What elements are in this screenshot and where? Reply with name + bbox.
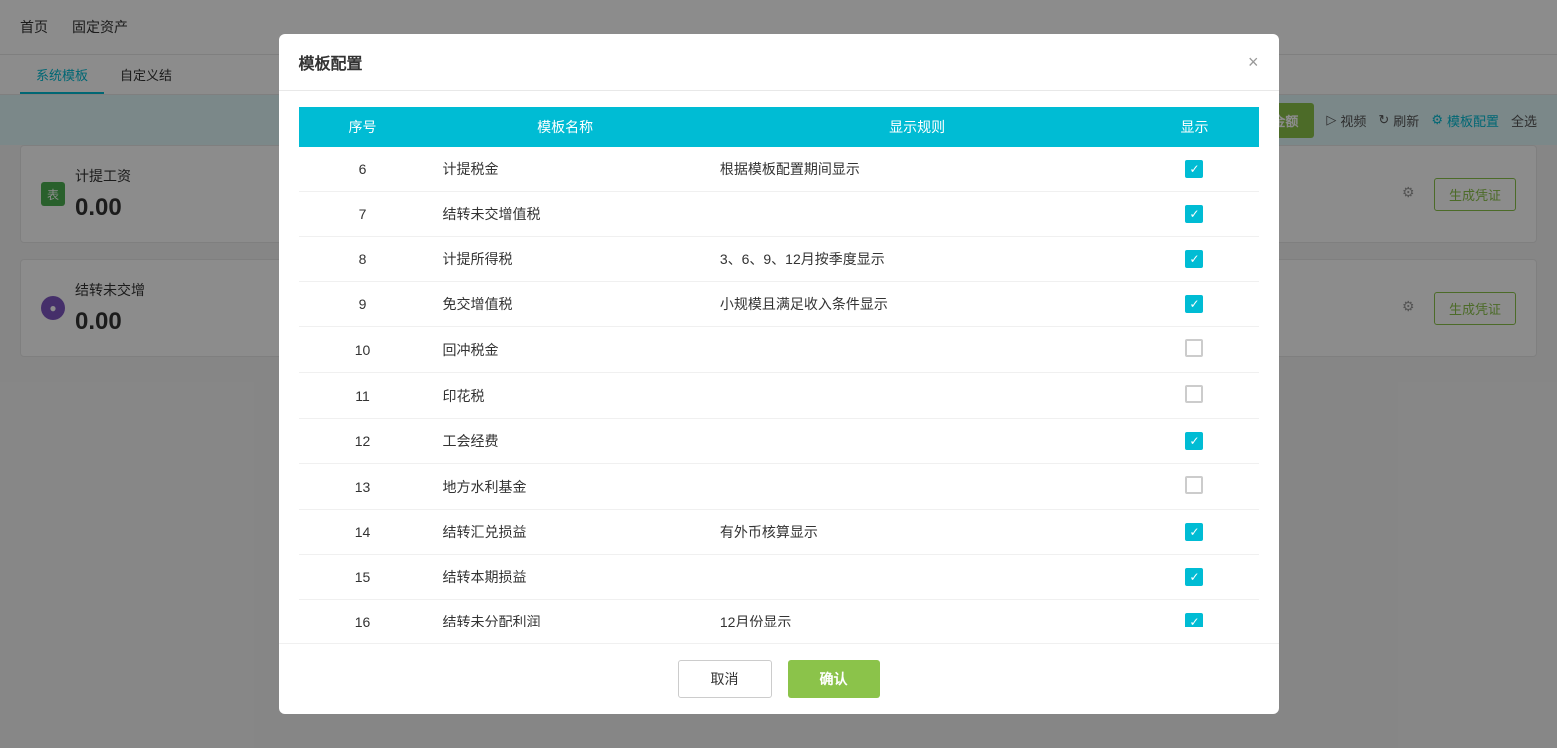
cancel-button[interactable]: 取消 — [678, 660, 772, 698]
cell-check-8 — [1130, 510, 1258, 555]
cell-check-4 — [1130, 327, 1258, 373]
cell-check-2 — [1130, 237, 1258, 282]
checkbox-7[interactable] — [1185, 476, 1203, 494]
checkbox-6[interactable] — [1185, 432, 1203, 450]
cell-index-1: 7 — [299, 192, 427, 237]
cell-check-1 — [1130, 192, 1258, 237]
modal-body: 序号 模板名称 显示规则 显示 6计提税金根据模板配置期间显示7结转未交增值税8… — [279, 91, 1279, 643]
cell-name-4: 回冲税金 — [427, 327, 704, 373]
table-row: 10回冲税金 — [299, 327, 1259, 373]
checkbox-0[interactable] — [1185, 160, 1203, 178]
cell-index-7: 13 — [299, 464, 427, 510]
confirm-button[interactable]: 确认 — [788, 660, 880, 698]
modal-footer: 取消 确认 — [279, 643, 1279, 714]
cell-rule-6 — [704, 419, 1131, 464]
cell-rule-7 — [704, 464, 1131, 510]
modal-close-button[interactable]: × — [1248, 53, 1259, 71]
cell-index-3: 9 — [299, 282, 427, 327]
cell-rule-5 — [704, 373, 1131, 419]
cell-rule-1 — [704, 192, 1131, 237]
table-body: 6计提税金根据模板配置期间显示7结转未交增值税8计提所得税3、6、9、12月按季… — [299, 147, 1259, 627]
table-row: 15结转本期损益 — [299, 555, 1259, 600]
cell-index-10: 16 — [299, 600, 427, 628]
checkbox-1[interactable] — [1185, 205, 1203, 223]
cell-name-6: 工会经费 — [427, 419, 704, 464]
table-row: 14结转汇兑损益有外币核算显示 — [299, 510, 1259, 555]
checkbox-3[interactable] — [1185, 295, 1203, 313]
modal-header: 模板配置 × — [279, 34, 1279, 91]
cell-name-5: 印花税 — [427, 373, 704, 419]
modal-overlay: 模板配置 × 序号 模板名称 显示规则 显示 6计提税金根据模板配置期间显 — [0, 0, 1557, 748]
config-table: 序号 模板名称 显示规则 显示 6计提税金根据模板配置期间显示7结转未交增值税8… — [299, 107, 1259, 627]
table-row: 8计提所得税3、6、9、12月按季度显示 — [299, 237, 1259, 282]
col-header-display: 显示 — [1130, 107, 1258, 147]
cell-check-3 — [1130, 282, 1258, 327]
cell-name-0: 计提税金 — [427, 147, 704, 192]
cell-rule-8: 有外币核算显示 — [704, 510, 1131, 555]
table-row: 7结转未交增值税 — [299, 192, 1259, 237]
checkbox-9[interactable] — [1185, 568, 1203, 586]
table-row: 12工会经费 — [299, 419, 1259, 464]
cell-check-5 — [1130, 373, 1258, 419]
table-row: 9免交增值税小规模且满足收入条件显示 — [299, 282, 1259, 327]
cell-index-2: 8 — [299, 237, 427, 282]
cell-name-1: 结转未交增值税 — [427, 192, 704, 237]
checkbox-5[interactable] — [1185, 385, 1203, 403]
cell-check-7 — [1130, 464, 1258, 510]
checkbox-10[interactable] — [1185, 613, 1203, 627]
table-header-row: 序号 模板名称 显示规则 显示 — [299, 107, 1259, 147]
cell-check-10 — [1130, 600, 1258, 628]
cell-rule-9 — [704, 555, 1131, 600]
table-row: 16结转未分配利润12月份显示 — [299, 600, 1259, 628]
cell-index-9: 15 — [299, 555, 427, 600]
checkbox-2[interactable] — [1185, 250, 1203, 268]
table-scroll-area[interactable]: 序号 模板名称 显示规则 显示 6计提税金根据模板配置期间显示7结转未交增值税8… — [299, 107, 1259, 627]
cell-name-2: 计提所得税 — [427, 237, 704, 282]
cell-name-7: 地方水利基金 — [427, 464, 704, 510]
cell-rule-10: 12月份显示 — [704, 600, 1131, 628]
table-row: 13地方水利基金 — [299, 464, 1259, 510]
cell-rule-2: 3、6、9、12月按季度显示 — [704, 237, 1131, 282]
cell-name-8: 结转汇兑损益 — [427, 510, 704, 555]
cell-index-4: 10 — [299, 327, 427, 373]
cell-index-6: 12 — [299, 419, 427, 464]
col-header-rule: 显示规则 — [704, 107, 1131, 147]
table-row: 11印花税 — [299, 373, 1259, 419]
col-header-index: 序号 — [299, 107, 427, 147]
col-header-name: 模板名称 — [427, 107, 704, 147]
cell-check-0 — [1130, 147, 1258, 192]
cell-check-9 — [1130, 555, 1258, 600]
table-row: 6计提税金根据模板配置期间显示 — [299, 147, 1259, 192]
cell-index-5: 11 — [299, 373, 427, 419]
checkbox-4[interactable] — [1185, 339, 1203, 357]
cell-check-6 — [1130, 419, 1258, 464]
template-config-modal: 模板配置 × 序号 模板名称 显示规则 显示 6计提税金根据模板配置期间显 — [279, 34, 1279, 714]
cell-index-0: 6 — [299, 147, 427, 192]
cell-name-10: 结转未分配利润 — [427, 600, 704, 628]
checkbox-8[interactable] — [1185, 523, 1203, 541]
cell-name-3: 免交增值税 — [427, 282, 704, 327]
cell-rule-3: 小规模且满足收入条件显示 — [704, 282, 1131, 327]
cell-name-9: 结转本期损益 — [427, 555, 704, 600]
modal-title: 模板配置 — [299, 50, 363, 74]
cell-index-8: 14 — [299, 510, 427, 555]
cell-rule-0: 根据模板配置期间显示 — [704, 147, 1131, 192]
cell-rule-4 — [704, 327, 1131, 373]
